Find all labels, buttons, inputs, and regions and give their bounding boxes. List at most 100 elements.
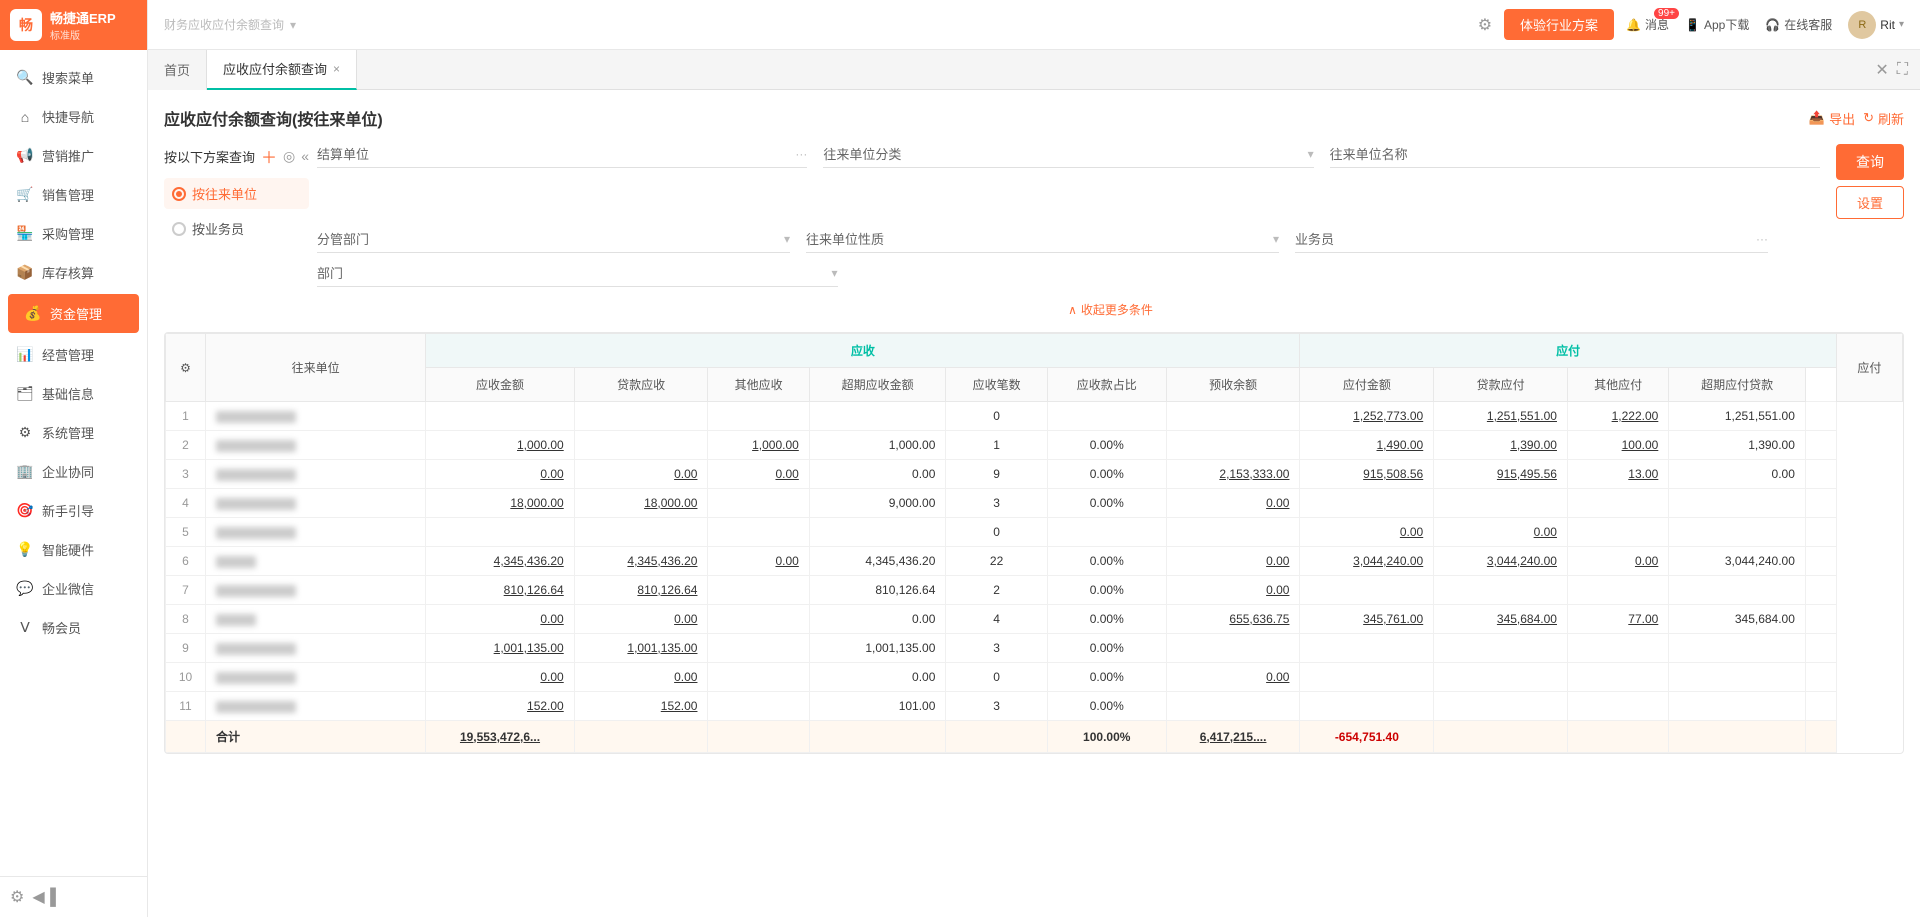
recv-loan-cell[interactable] [574, 402, 708, 431]
pay-other-cell[interactable] [1567, 634, 1668, 663]
pay-other-cell[interactable] [1567, 692, 1668, 721]
collapse-scheme-icon[interactable]: « [301, 148, 309, 164]
pay-loan-cell[interactable] [1434, 576, 1568, 605]
sidebar-item-guide[interactable]: 🎯 新手引导 [0, 491, 147, 530]
recv-loan-cell[interactable]: 0.00 [574, 605, 708, 634]
pay-amount-cell[interactable] [1300, 634, 1434, 663]
sidebar-item-hardware[interactable]: 💡 智能硬件 [0, 530, 147, 569]
settlement-unit-input[interactable] [377, 144, 795, 163]
recv-loan-cell[interactable]: 1,001,135.00 [574, 634, 708, 663]
pay-loan-cell[interactable] [1434, 634, 1568, 663]
sidebar-item-operation[interactable]: 📊 经营管理 [0, 335, 147, 374]
recv-amount-cell[interactable]: 18,000.00 [426, 489, 574, 518]
collapse-icon[interactable]: ◀▐ [32, 887, 56, 907]
recv-amount-cell[interactable] [426, 518, 574, 547]
tab-home[interactable]: 首页 [148, 50, 207, 90]
dept-select[interactable]: ▾ [377, 266, 837, 280]
supervise-dept-select[interactable]: ▾ [377, 232, 790, 246]
collapse-more-btn[interactable]: ∧ 收起更多条件 [1068, 301, 1153, 318]
pay-amount-cell[interactable]: 1,490.00 [1300, 431, 1434, 460]
query-type-by-salesperson[interactable]: 按业务员 [164, 213, 309, 244]
recv-other-cell[interactable] [708, 576, 809, 605]
sidebar-item-finance[interactable]: 💰 资金管理 [8, 294, 139, 333]
edit-scheme-icon[interactable]: ◎ [283, 148, 295, 165]
recv-amount-cell[interactable]: 1,001,135.00 [426, 634, 574, 663]
sidebar-item-purchase[interactable]: 🏪 采购管理 [0, 214, 147, 253]
recv-other-cell[interactable] [708, 489, 809, 518]
prepay-balance-cell[interactable] [1166, 402, 1300, 431]
settings-icon[interactable]: ⚙ [10, 887, 24, 907]
prepay-balance-cell[interactable]: 655,636.75 [1166, 605, 1300, 634]
pay-amount-cell[interactable]: 345,761.00 [1300, 605, 1434, 634]
recv-other-cell[interactable]: 0.00 [708, 547, 809, 576]
footer-prepay-balance[interactable]: 6,417,215.... [1166, 721, 1300, 753]
sidebar-item-sales[interactable]: 🛒 销售管理 [0, 175, 147, 214]
add-scheme-btn[interactable]: ＋ [261, 144, 277, 168]
partner-name-input[interactable] [1410, 144, 1820, 163]
pay-loan-cell[interactable]: 3,044,240.00 [1434, 547, 1568, 576]
trial-btn[interactable]: 体验行业方案 [1504, 9, 1614, 40]
sidebar-item-member[interactable]: Ⅴ 畅会员 [0, 608, 147, 647]
table-settings-icon[interactable]: ⚙ [180, 361, 191, 375]
recv-amount-cell[interactable]: 0.00 [426, 460, 574, 489]
recv-other-cell[interactable] [708, 518, 809, 547]
set-btn[interactable]: 设置 [1836, 186, 1904, 219]
pay-amount-cell[interactable]: 3,044,240.00 [1300, 547, 1434, 576]
recv-other-cell[interactable] [708, 634, 809, 663]
recv-loan-cell[interactable]: 0.00 [574, 663, 708, 692]
pay-other-cell[interactable]: 77.00 [1567, 605, 1668, 634]
tab-maximize-icon[interactable]: ⛶ [1897, 61, 1908, 79]
pay-loan-cell[interactable] [1434, 489, 1568, 518]
tab-close-icon[interactable]: × [333, 62, 340, 76]
pay-amount-cell[interactable]: 1,252,773.00 [1300, 402, 1434, 431]
sidebar-item-system[interactable]: ⚙ 系统管理 [0, 413, 147, 452]
pay-other-cell[interactable] [1567, 663, 1668, 692]
salesperson-dots[interactable]: ··· [1756, 232, 1768, 246]
prepay-balance-cell[interactable]: 0.00 [1166, 663, 1300, 692]
pay-amount-cell[interactable] [1300, 663, 1434, 692]
recv-other-cell[interactable] [708, 605, 809, 634]
recv-amount-cell[interactable]: 1,000.00 [426, 431, 574, 460]
recv-loan-cell[interactable]: 152.00 [574, 692, 708, 721]
recv-loan-cell[interactable]: 4,345,436.20 [574, 547, 708, 576]
recv-loan-cell[interactable]: 810,126.64 [574, 576, 708, 605]
sidebar-item-search[interactable]: 🔍 搜索菜单 [0, 58, 147, 97]
gear-icon[interactable]: ⚙ [1478, 15, 1492, 35]
pay-loan-cell[interactable]: 345,684.00 [1434, 605, 1568, 634]
user-menu[interactable]: R Rit ▾ [1848, 11, 1904, 39]
sidebar-item-marketing[interactable]: 📢 营销推广 [0, 136, 147, 175]
salesperson-input[interactable] [1375, 229, 1756, 248]
prepay-balance-cell[interactable]: 0.00 [1166, 576, 1300, 605]
recv-amount-cell[interactable]: 0.00 [426, 605, 574, 634]
recv-other-cell[interactable]: 1,000.00 [708, 431, 809, 460]
prepay-balance-cell[interactable] [1166, 692, 1300, 721]
pay-amount-cell[interactable] [1300, 692, 1434, 721]
query-type-by-unit[interactable]: 按往来单位 [164, 178, 309, 209]
export-btn[interactable]: 📤 导出 [1809, 109, 1855, 128]
pay-amount-cell[interactable] [1300, 576, 1434, 605]
prepay-balance-cell[interactable] [1166, 634, 1300, 663]
tab-arpc[interactable]: 应收应付余额查询 × [207, 50, 357, 90]
pay-loan-cell[interactable] [1434, 663, 1568, 692]
app-download-btn[interactable]: 📱 App下载 [1685, 16, 1749, 33]
pay-amount-cell[interactable] [1300, 489, 1434, 518]
recv-amount-cell[interactable]: 152.00 [426, 692, 574, 721]
prepay-balance-cell[interactable]: 2,153,333.00 [1166, 460, 1300, 489]
pay-loan-cell[interactable]: 0.00 [1434, 518, 1568, 547]
recv-other-cell[interactable] [708, 663, 809, 692]
partner-category-select[interactable]: ▾ [903, 147, 1313, 161]
prepay-balance-cell[interactable] [1166, 431, 1300, 460]
notification-btn[interactable]: 🔔 消息 99+ [1626, 16, 1669, 33]
sidebar-item-quick-nav[interactable]: ⌂ 快捷导航 [0, 97, 147, 136]
pay-amount-cell[interactable]: 0.00 [1300, 518, 1434, 547]
refresh-btn[interactable]: ↻ 刷新 [1863, 109, 1904, 128]
pay-other-cell[interactable] [1567, 518, 1668, 547]
recv-other-cell[interactable]: 0.00 [708, 460, 809, 489]
settlement-unit-dots[interactable]: ··· [795, 147, 807, 161]
recv-other-cell[interactable] [708, 402, 809, 431]
recv-amount-cell[interactable]: 0.00 [426, 663, 574, 692]
pay-other-cell[interactable] [1567, 576, 1668, 605]
pay-other-cell[interactable]: 100.00 [1567, 431, 1668, 460]
sidebar-item-wechat[interactable]: 💬 企业微信 [0, 569, 147, 608]
pay-loan-cell[interactable]: 1,390.00 [1434, 431, 1568, 460]
